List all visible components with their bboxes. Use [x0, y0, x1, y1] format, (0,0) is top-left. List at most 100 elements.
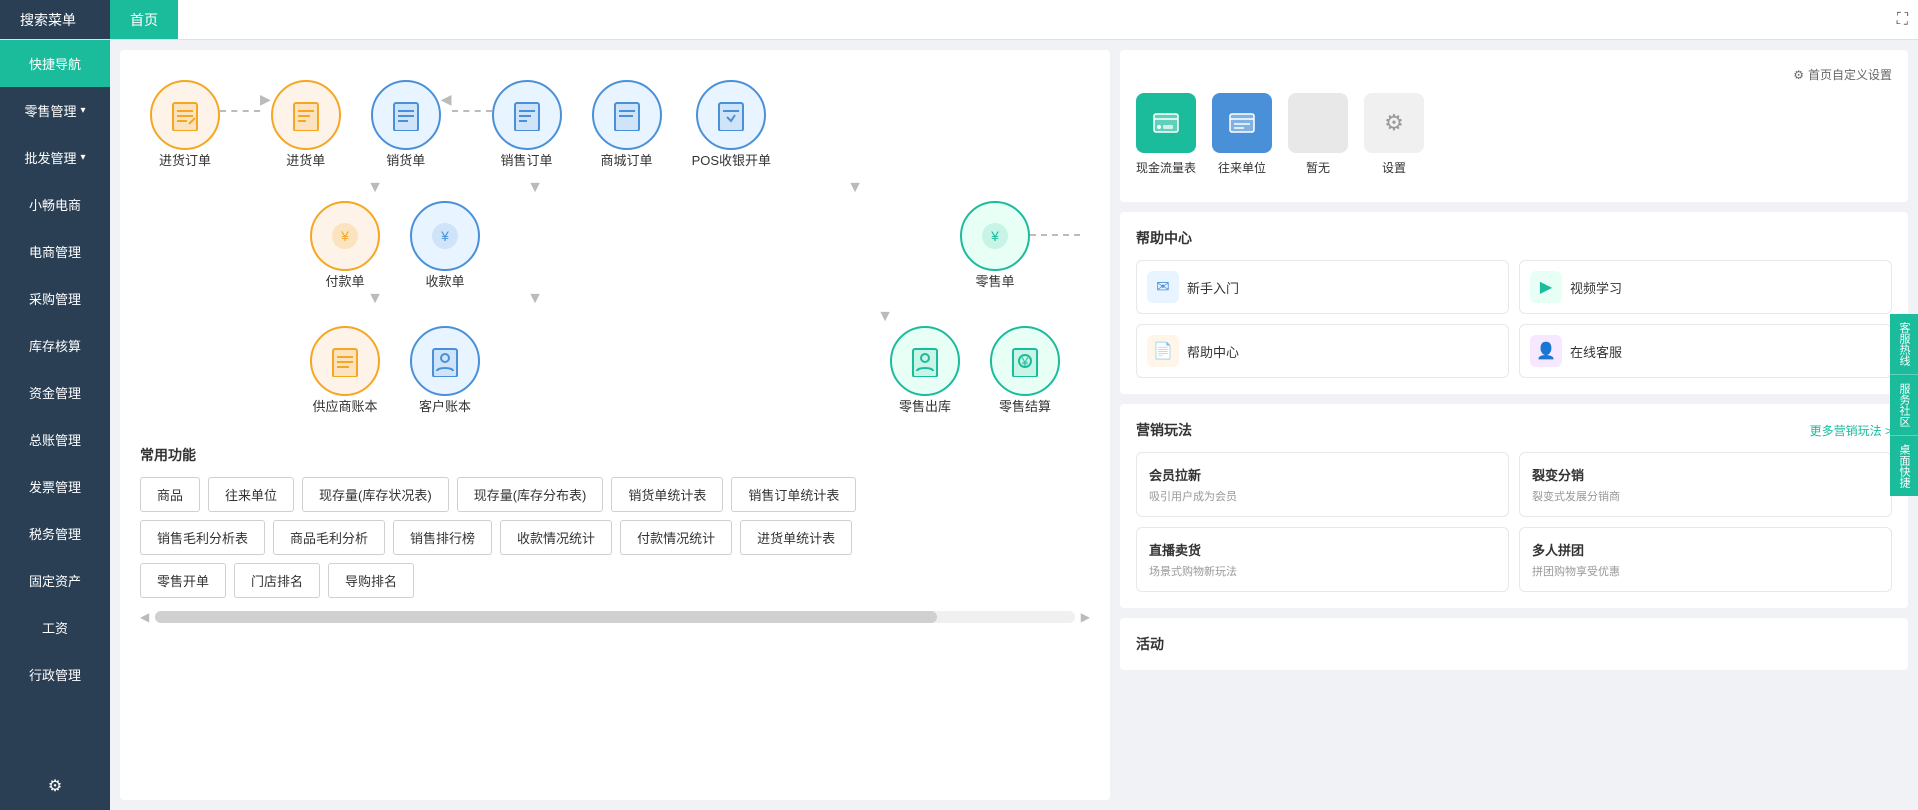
settings-label: 设置	[1382, 159, 1406, 176]
mall-order-label: 商城订单	[601, 150, 653, 169]
nav-icon-none[interactable]: 暂无	[1288, 93, 1348, 176]
feature-btn-sale-rank[interactable]: 销售排行榜	[393, 520, 492, 555]
node-purchase-bill[interactable]: 进货单	[271, 80, 341, 169]
node-purchase-order[interactable]: 进货订单	[150, 80, 220, 169]
activity-panel: 活动	[1120, 618, 1908, 670]
nav-icon-cashflow[interactable]: 现金流量表	[1136, 93, 1196, 176]
quick-nav-panel: ⚙ 首页自定义设置	[1120, 50, 1908, 202]
node-customer-ledger[interactable]: 客户账本	[410, 326, 480, 415]
node-supplier-ledger[interactable]: 供应商账本	[310, 326, 380, 415]
feature-btn-guide-rank[interactable]: 导购排名	[328, 563, 414, 598]
purchase-bill-label: 进货单	[286, 150, 325, 169]
sidebar-item-finance[interactable]: 资金管理	[0, 369, 110, 416]
customer-ledger-label: 客户账本	[419, 396, 471, 415]
receipt-label: 收款单	[425, 271, 464, 290]
tab-home[interactable]: 首页	[110, 0, 178, 39]
spacer-4	[380, 235, 410, 257]
sidebar: 快捷导航 零售管理 ▾ 批发管理 ▾ 小畅电商 电商管理 采购管理 库存核算 资…	[0, 40, 110, 810]
node-retail-outbound[interactable]: 零售出库	[890, 326, 960, 415]
sidebar-item-purchase[interactable]: 采购管理	[0, 275, 110, 322]
node-receipt[interactable]: ¥ 收款单	[410, 201, 480, 290]
fullscreen-icon[interactable]: ⛶	[1897, 11, 1908, 29]
feature-btn-retail-order[interactable]: 零售开单	[140, 563, 226, 598]
sidebar-item-label: 零售管理	[24, 101, 76, 120]
purchase-bill-icon	[271, 80, 341, 150]
node-retail-bill[interactable]: ¥ 零售单	[960, 201, 1030, 290]
arrow-right-1: ▶	[220, 91, 271, 158]
sidebar-item-retail[interactable]: 零售管理 ▾	[0, 87, 110, 134]
none-icon-box	[1288, 93, 1348, 153]
left-panel: 进货订单 ▶	[120, 50, 1110, 800]
scroll-right-icon[interactable]: ▶	[1081, 610, 1090, 624]
marketing-title: 营销玩法	[1136, 420, 1192, 440]
sidebar-item-wholesale[interactable]: 批发管理 ▾	[0, 134, 110, 181]
help-item-beginner[interactable]: ✉ 新手入门	[1136, 260, 1509, 314]
sale-bill-label: 销货单	[386, 150, 425, 169]
sidebar-item-xiaochang[interactable]: 小畅电商	[0, 181, 110, 228]
node-sales-order[interactable]: 销售订单	[492, 80, 562, 169]
sidebar-item-payroll[interactable]: 工资	[0, 604, 110, 651]
feature-btn-stock-status[interactable]: 现存量(库存状况表)	[302, 477, 449, 512]
sidebar-item-label: 总账管理	[29, 430, 81, 449]
marketing-item-fission[interactable]: 裂变分销 裂变式发展分销商	[1519, 452, 1892, 517]
marketing-more-link[interactable]: 更多营销玩法 >	[1810, 422, 1892, 439]
retail-outbound-icon	[890, 326, 960, 396]
nav-icon-settings[interactable]: ⚙ 设置	[1364, 93, 1424, 176]
node-payment[interactable]: ¥ 付款单	[310, 201, 380, 290]
sidebar-item-tax[interactable]: 税务管理	[0, 510, 110, 557]
sidebar-settings-button[interactable]: ⚙	[0, 762, 110, 810]
float-btn-service[interactable]: 客服热线	[1890, 314, 1918, 375]
sidebar-item-inventory[interactable]: 库存核算	[0, 322, 110, 369]
feature-btn-product-profit[interactable]: 商品毛利分析	[273, 520, 385, 555]
spacer-3	[662, 114, 692, 136]
feature-btn-product[interactable]: 商品	[140, 477, 200, 512]
sidebar-item-label: 库存核算	[29, 336, 81, 355]
help-item-helpcenter[interactable]: 📄 帮助中心	[1136, 324, 1509, 378]
scrollbar-track[interactable]	[155, 611, 1075, 623]
marketing-grid: 会员拉新 吸引用户成为会员 裂变分销 裂变式发展分销商 直播卖货 场景式购物新玩…	[1136, 452, 1892, 592]
purchase-order-icon	[150, 80, 220, 150]
search-menu[interactable]: 搜索菜单	[0, 0, 110, 39]
sidebar-item-admin[interactable]: 行政管理	[0, 651, 110, 698]
flow-diagram: 进货订单 ▶	[140, 70, 1090, 425]
quick-nav-settings-link[interactable]: ⚙ 首页自定义设置	[1136, 66, 1892, 83]
sidebar-item-invoice[interactable]: 发票管理	[0, 463, 110, 510]
feature-btn-purchase-stat[interactable]: 进货单统计表	[740, 520, 852, 555]
feature-btn-partners[interactable]: 往来单位	[208, 477, 294, 512]
feature-btn-sale-stat[interactable]: 销货单统计表	[611, 477, 723, 512]
receipt-icon: ¥	[410, 201, 480, 271]
marketing-item-livestream[interactable]: 直播卖货 场景式购物新玩法	[1136, 527, 1509, 592]
marketing-item-member[interactable]: 会员拉新 吸引用户成为会员	[1136, 452, 1509, 517]
feature-buttons-row2: 销售毛利分析表 商品毛利分析 销售排行榜 收款情况统计 付款情况统计 进货单统计…	[140, 520, 1090, 555]
feature-btn-payment-stat[interactable]: 付款情况统计	[620, 520, 732, 555]
node-mall-order[interactable]: 商城订单	[592, 80, 662, 169]
none-label: 暂无	[1306, 159, 1330, 176]
float-btn-desktop[interactable]: 桌面快捷	[1890, 436, 1918, 496]
node-pos[interactable]: POS收银开单	[692, 80, 771, 169]
node-retail-settlement[interactable]: ¥ 零售结算	[990, 326, 1060, 415]
sidebar-item-quicknav[interactable]: 快捷导航	[0, 40, 110, 87]
nav-icon-partners[interactable]: 往来单位	[1212, 93, 1272, 176]
help-item-video[interactable]: ▶ 视频学习	[1519, 260, 1892, 314]
feature-btn-sale-order-stat[interactable]: 销售订单统计表	[731, 477, 856, 512]
feature-btn-store-rank[interactable]: 门店排名	[234, 563, 320, 598]
sidebar-item-fixed-assets[interactable]: 固定资产	[0, 557, 110, 604]
retail-settlement-icon: ¥	[990, 326, 1060, 396]
help-center-panel: 帮助中心 ✉ 新手入门 ▶ 视频学习 📄 帮助中心	[1120, 212, 1908, 394]
scroll-left-icon[interactable]: ◀	[140, 610, 149, 624]
svg-text:¥: ¥	[340, 228, 349, 244]
sidebar-item-ecommerce-mgmt[interactable]: 电商管理	[0, 228, 110, 275]
feature-buttons-container: 商品 往来单位 现存量(库存状况表) 现存量(库存分布表) 销货单统计表 销售订…	[140, 477, 1090, 512]
marketing-item-group-buy[interactable]: 多人拼团 拼团购物享受优惠	[1519, 527, 1892, 592]
float-btn-community[interactable]: 服务社区	[1890, 375, 1918, 436]
beginner-icon: ✉	[1147, 271, 1179, 303]
marketing-panel: 营销玩法 更多营销玩法 > 会员拉新 吸引用户成为会员 裂变分销 裂变式发展分销…	[1120, 404, 1908, 608]
feature-btn-stock-dist[interactable]: 现存量(库存分布表)	[457, 477, 604, 512]
down-arrow-retail: ▼	[150, 308, 1080, 326]
node-sale-bill[interactable]: 销货单	[371, 80, 441, 169]
feature-btn-sale-profit[interactable]: 销售毛利分析表	[140, 520, 265, 555]
help-grid: ✉ 新手入门 ▶ 视频学习 📄 帮助中心 👤	[1136, 260, 1892, 378]
help-item-onlineservice[interactable]: 👤 在线客服	[1519, 324, 1892, 378]
sidebar-item-ledger[interactable]: 总账管理	[0, 416, 110, 463]
feature-btn-receipt-stat[interactable]: 收款情况统计	[500, 520, 612, 555]
